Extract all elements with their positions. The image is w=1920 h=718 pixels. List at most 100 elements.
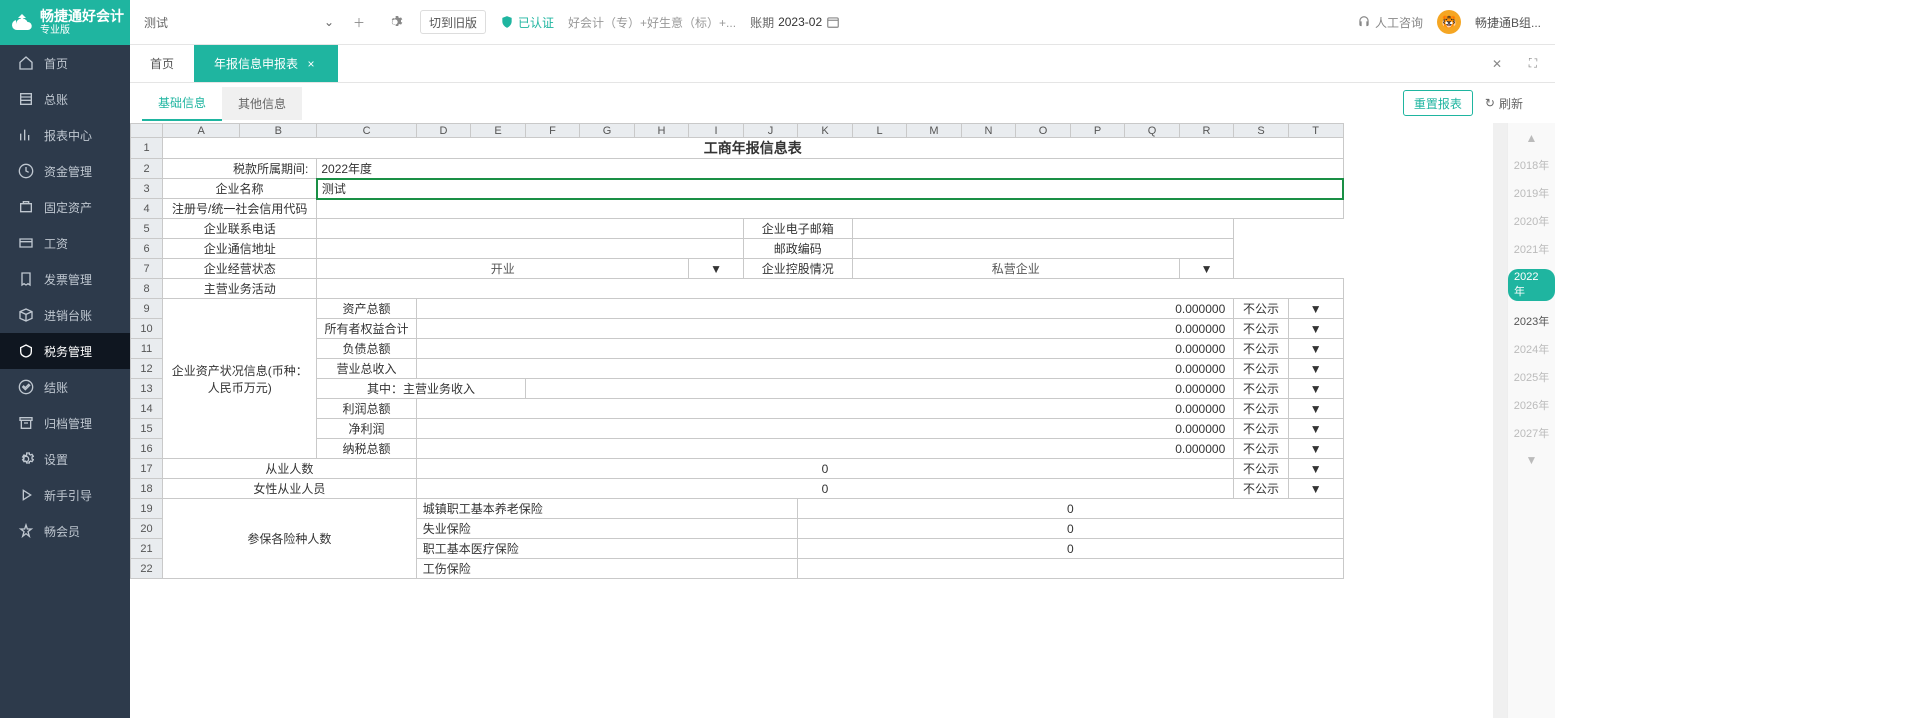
- publish-select[interactable]: 不公示: [1234, 359, 1289, 379]
- row-header[interactable]: 18: [131, 479, 163, 499]
- col-header[interactable]: J: [743, 124, 798, 138]
- row-header[interactable]: 17: [131, 459, 163, 479]
- publish-select[interactable]: 不公示: [1234, 439, 1289, 459]
- scrollbar-vertical[interactable]: [1493, 123, 1507, 718]
- row-header[interactable]: 6: [131, 239, 163, 259]
- finance-value[interactable]: 0.000000: [416, 299, 1234, 319]
- row-header[interactable]: 10: [131, 319, 163, 339]
- year-2026年[interactable]: 2026年: [1514, 397, 1549, 413]
- subtab-other[interactable]: 其他信息: [222, 87, 302, 120]
- nav-guide[interactable]: 新手引导: [0, 477, 130, 513]
- insurance-value[interactable]: 0: [798, 539, 1343, 559]
- nav-archive[interactable]: 归档管理: [0, 405, 130, 441]
- nav-fund[interactable]: 资金管理: [0, 153, 130, 189]
- username[interactable]: 畅捷通B组...: [1475, 14, 1541, 31]
- tab-home[interactable]: 首页: [130, 45, 194, 82]
- employee-count[interactable]: 0: [416, 459, 1234, 479]
- row-header[interactable]: 19: [131, 499, 163, 519]
- row-header[interactable]: 22: [131, 559, 163, 579]
- row-header[interactable]: 7: [131, 259, 163, 279]
- year-2024年[interactable]: 2024年: [1514, 341, 1549, 357]
- row-header[interactable]: 9: [131, 299, 163, 319]
- row-header[interactable]: 20: [131, 519, 163, 539]
- row-header[interactable]: 2: [131, 159, 163, 179]
- period-value[interactable]: 2023-02: [778, 15, 822, 29]
- nav-salary[interactable]: 工资: [0, 225, 130, 261]
- year-2020年[interactable]: 2020年: [1514, 213, 1549, 229]
- publish-select[interactable]: 不公示: [1234, 399, 1289, 419]
- nav-stock[interactable]: 进销台账: [0, 297, 130, 333]
- col-header[interactable]: A: [163, 124, 240, 138]
- finance-value[interactable]: 0.000000: [416, 319, 1234, 339]
- row-header[interactable]: 4: [131, 199, 163, 219]
- avatar[interactable]: 🐯: [1437, 10, 1461, 34]
- email-input[interactable]: [852, 219, 1234, 239]
- col-header[interactable]: N: [961, 124, 1016, 138]
- year-down[interactable]: ▼: [1526, 453, 1538, 467]
- finance-value[interactable]: 0.000000: [416, 419, 1234, 439]
- year-2018年[interactable]: 2018年: [1514, 157, 1549, 173]
- insurance-value[interactable]: 0: [798, 519, 1343, 539]
- finance-value[interactable]: 0.000000: [525, 379, 1234, 399]
- row-header[interactable]: 8: [131, 279, 163, 299]
- nav-ledger[interactable]: 总账: [0, 81, 130, 117]
- insurance-value[interactable]: [798, 559, 1343, 579]
- nav-home[interactable]: 首页: [0, 45, 130, 81]
- nav-vip[interactable]: 畅会员: [0, 513, 130, 549]
- col-header[interactable]: R: [1179, 124, 1234, 138]
- col-header[interactable]: T: [1288, 124, 1343, 138]
- row-header[interactable]: 21: [131, 539, 163, 559]
- col-header[interactable]: S: [1234, 124, 1289, 138]
- company-select[interactable]: 测试 ⌄: [144, 8, 334, 36]
- insurance-value[interactable]: 0: [798, 499, 1343, 519]
- phone-input[interactable]: [317, 219, 743, 239]
- nav-report[interactable]: 报表中心: [0, 117, 130, 153]
- publish-select[interactable]: 不公示: [1234, 479, 1289, 499]
- publish-select[interactable]: 不公示: [1234, 299, 1289, 319]
- row-header[interactable]: 16: [131, 439, 163, 459]
- finance-value[interactable]: 0.000000: [416, 339, 1234, 359]
- year-2019年[interactable]: 2019年: [1514, 185, 1549, 201]
- publish-select[interactable]: 不公示: [1234, 419, 1289, 439]
- address-input[interactable]: [317, 239, 743, 259]
- nav-invoice[interactable]: 发票管理: [0, 261, 130, 297]
- year-up[interactable]: ▲: [1526, 131, 1538, 145]
- ai-support-link[interactable]: 人工咨询: [1357, 14, 1423, 31]
- col-header[interactable]: O: [1016, 124, 1071, 138]
- nav-asset[interactable]: 固定资产: [0, 189, 130, 225]
- col-header[interactable]: Q: [1125, 124, 1180, 138]
- tab-annual-report[interactable]: 年报信息申报表 ×: [194, 45, 338, 82]
- publish-select[interactable]: 不公示: [1234, 339, 1289, 359]
- year-2025年[interactable]: 2025年: [1514, 369, 1549, 385]
- nav-close[interactable]: 结账: [0, 369, 130, 405]
- publish-select[interactable]: 不公示: [1234, 459, 1289, 479]
- finance-value[interactable]: 0.000000: [416, 439, 1234, 459]
- row-header[interactable]: 5: [131, 219, 163, 239]
- row-header[interactable]: 14: [131, 399, 163, 419]
- publish-select[interactable]: 不公示: [1234, 319, 1289, 339]
- status-select[interactable]: 开业: [317, 259, 689, 279]
- zip-input[interactable]: [852, 239, 1234, 259]
- switch-old-button[interactable]: 切到旧版: [420, 10, 486, 34]
- year-2027年[interactable]: 2027年: [1514, 425, 1549, 441]
- finance-value[interactable]: 0.000000: [416, 359, 1234, 379]
- col-header[interactable]: M: [907, 124, 962, 138]
- year-2023年[interactable]: 2023年: [1514, 313, 1549, 329]
- col-header[interactable]: B: [240, 124, 317, 138]
- fullscreen-button[interactable]: ⛶: [1519, 50, 1547, 78]
- subtab-basic[interactable]: 基础信息: [142, 86, 222, 121]
- reset-report-button[interactable]: 重置报表: [1403, 90, 1473, 116]
- add-company-button[interactable]: ＋: [348, 11, 370, 33]
- row-header[interactable]: 3: [131, 179, 163, 199]
- row-header[interactable]: 15: [131, 419, 163, 439]
- holding-select[interactable]: 私营企业: [852, 259, 1179, 279]
- col-header[interactable]: E: [471, 124, 526, 138]
- col-header[interactable]: D: [416, 124, 471, 138]
- publish-select[interactable]: 不公示: [1234, 379, 1289, 399]
- row-header[interactable]: 12: [131, 359, 163, 379]
- col-header[interactable]: F: [525, 124, 580, 138]
- row-header[interactable]: 1: [131, 138, 163, 159]
- nav-tax[interactable]: 税务管理: [0, 333, 130, 369]
- row-header[interactable]: 11: [131, 339, 163, 359]
- close-icon[interactable]: ×: [304, 57, 318, 71]
